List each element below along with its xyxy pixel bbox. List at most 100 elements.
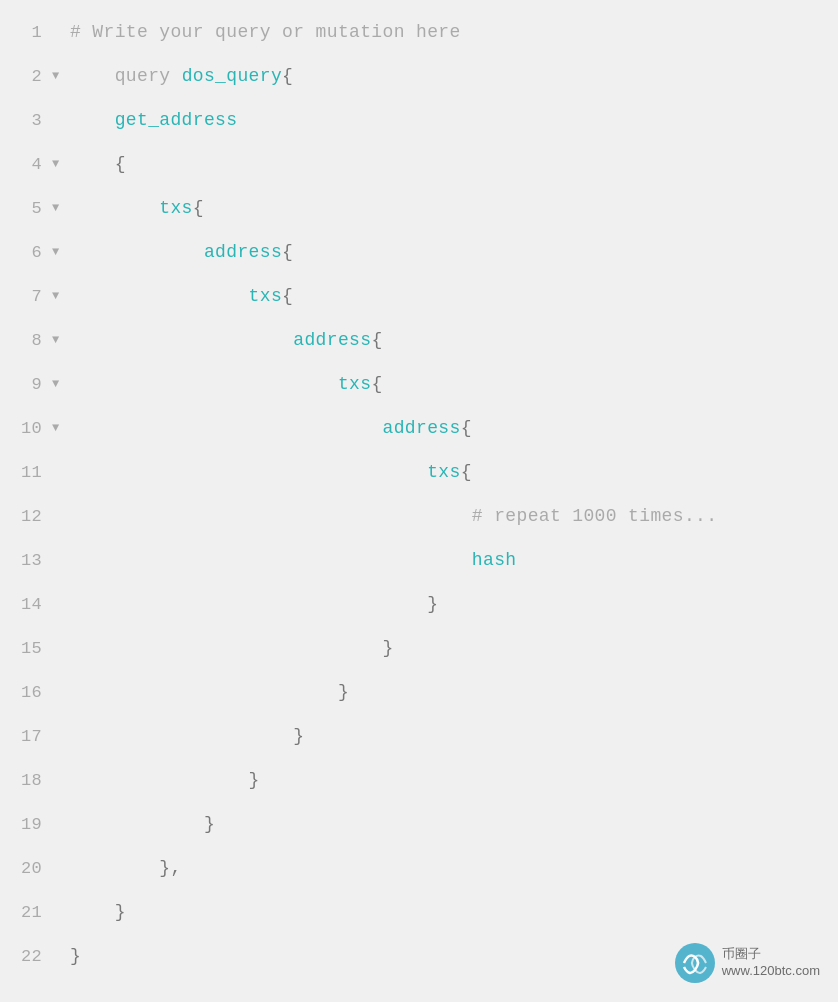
code-line: 4▼ { bbox=[0, 142, 838, 186]
code-line: 11 txs{ bbox=[0, 450, 838, 494]
line-content: address{ bbox=[70, 418, 838, 438]
line-number: 14 bbox=[0, 595, 52, 614]
line-content: address{ bbox=[70, 242, 838, 262]
code-line: 16 } bbox=[0, 670, 838, 714]
line-number: 11 bbox=[0, 463, 52, 482]
line-number: 7 bbox=[0, 287, 52, 306]
code-line: 7▼ txs{ bbox=[0, 274, 838, 318]
punctuation-segment: { bbox=[282, 66, 293, 86]
line-content: } bbox=[70, 638, 838, 658]
line-content: } bbox=[70, 902, 838, 922]
identifier-segment: get_address bbox=[70, 110, 237, 130]
line-number: 4 bbox=[0, 155, 52, 174]
line-content: } bbox=[70, 770, 838, 790]
line-number: 8 bbox=[0, 331, 52, 350]
line-number: 16 bbox=[0, 683, 52, 702]
line-content: txs{ bbox=[70, 198, 838, 218]
watermark-text-block: 币圈子 www.120btc.com bbox=[722, 946, 820, 980]
line-content: hash bbox=[70, 550, 838, 570]
code-line: 10▼ address{ bbox=[0, 406, 838, 450]
punctuation-segment: { bbox=[461, 462, 472, 482]
code-editor: 1# Write your query or mutation here2▼ q… bbox=[0, 0, 838, 1002]
line-number: 22 bbox=[0, 947, 52, 966]
line-content: txs{ bbox=[70, 374, 838, 394]
punctuation-segment: { bbox=[282, 286, 293, 306]
code-line: 6▼ address{ bbox=[0, 230, 838, 274]
line-content: } bbox=[70, 814, 838, 834]
line-content: txs{ bbox=[70, 286, 838, 306]
line-number: 18 bbox=[0, 771, 52, 790]
line-number: 15 bbox=[0, 639, 52, 658]
watermark-logo bbox=[674, 942, 716, 984]
line-content: } bbox=[70, 726, 838, 746]
code-line: 8▼ address{ bbox=[0, 318, 838, 362]
punctuation-segment: { bbox=[371, 330, 382, 350]
punctuation-segment: } bbox=[70, 946, 81, 966]
punctuation-segment: } bbox=[70, 682, 349, 702]
punctuation-segment: } bbox=[70, 594, 438, 614]
collapse-arrow-icon[interactable]: ▼ bbox=[52, 245, 68, 259]
code-line: 14 } bbox=[0, 582, 838, 626]
line-number: 9 bbox=[0, 375, 52, 394]
code-lines: 1# Write your query or mutation here2▼ q… bbox=[0, 0, 838, 988]
line-content: }, bbox=[70, 858, 838, 878]
collapse-arrow-icon[interactable]: ▼ bbox=[52, 333, 68, 347]
code-line: 1 # Write your query or mutation here bbox=[0, 10, 838, 54]
code-line: 13 hash bbox=[0, 538, 838, 582]
collapse-arrow-icon[interactable]: ▼ bbox=[52, 157, 68, 171]
punctuation-segment: { bbox=[371, 374, 382, 394]
code-line: 21 } bbox=[0, 890, 838, 934]
collapse-arrow-icon[interactable]: ▼ bbox=[52, 421, 68, 435]
line-number: 17 bbox=[0, 727, 52, 746]
identifier-segment: address bbox=[70, 242, 282, 262]
code-line: 18 } bbox=[0, 758, 838, 802]
line-number: 21 bbox=[0, 903, 52, 922]
line-content: } bbox=[70, 594, 838, 614]
keyword-segment: query bbox=[70, 66, 182, 86]
punctuation-segment: { bbox=[461, 418, 472, 438]
line-content: address{ bbox=[70, 330, 838, 350]
identifier-segment: dos_query bbox=[182, 66, 282, 86]
comment-segment: # Write your query or mutation here bbox=[70, 22, 461, 42]
line-content: } bbox=[70, 682, 838, 702]
comment-segment: # repeat 1000 times... bbox=[70, 506, 717, 526]
code-line: 3 get_address bbox=[0, 98, 838, 142]
code-line: 12 # repeat 1000 times... bbox=[0, 494, 838, 538]
line-number: 12 bbox=[0, 507, 52, 526]
line-content: txs{ bbox=[70, 462, 838, 482]
code-line: 9▼ txs{ bbox=[0, 362, 838, 406]
punctuation-segment: } bbox=[70, 726, 304, 746]
identifier-segment: hash bbox=[70, 550, 516, 570]
punctuation-segment: } bbox=[70, 902, 126, 922]
code-line: 2▼ query dos_query{ bbox=[0, 54, 838, 98]
line-number: 10 bbox=[0, 419, 52, 438]
line-content: query dos_query{ bbox=[70, 66, 838, 86]
identifier-segment: address bbox=[70, 418, 461, 438]
identifier-segment: txs bbox=[70, 198, 193, 218]
svg-point-0 bbox=[675, 943, 715, 983]
collapse-arrow-icon[interactable]: ▼ bbox=[52, 289, 68, 303]
line-content: # repeat 1000 times... bbox=[70, 506, 838, 526]
punctuation-segment: } bbox=[70, 770, 260, 790]
code-line: 15 } bbox=[0, 626, 838, 670]
line-number: 1 bbox=[0, 23, 52, 42]
code-line: 20 }, bbox=[0, 846, 838, 890]
punctuation-segment: { bbox=[193, 198, 204, 218]
punctuation-segment: }, bbox=[70, 858, 182, 878]
line-number: 20 bbox=[0, 859, 52, 878]
collapse-arrow-icon[interactable]: ▼ bbox=[52, 201, 68, 215]
watermark: 币圈子 www.120btc.com bbox=[674, 942, 820, 984]
line-number: 5 bbox=[0, 199, 52, 218]
line-number: 2 bbox=[0, 67, 52, 86]
punctuation-segment: } bbox=[70, 814, 215, 834]
line-number: 19 bbox=[0, 815, 52, 834]
identifier-segment: txs bbox=[70, 462, 461, 482]
collapse-arrow-icon[interactable]: ▼ bbox=[52, 69, 68, 83]
collapse-arrow-icon[interactable]: ▼ bbox=[52, 377, 68, 391]
code-line: 17 } bbox=[0, 714, 838, 758]
code-line: 19 } bbox=[0, 802, 838, 846]
punctuation-segment: } bbox=[70, 638, 394, 658]
code-line: 5▼ txs{ bbox=[0, 186, 838, 230]
punctuation-segment: { bbox=[282, 242, 293, 262]
line-content: get_address bbox=[70, 110, 838, 130]
